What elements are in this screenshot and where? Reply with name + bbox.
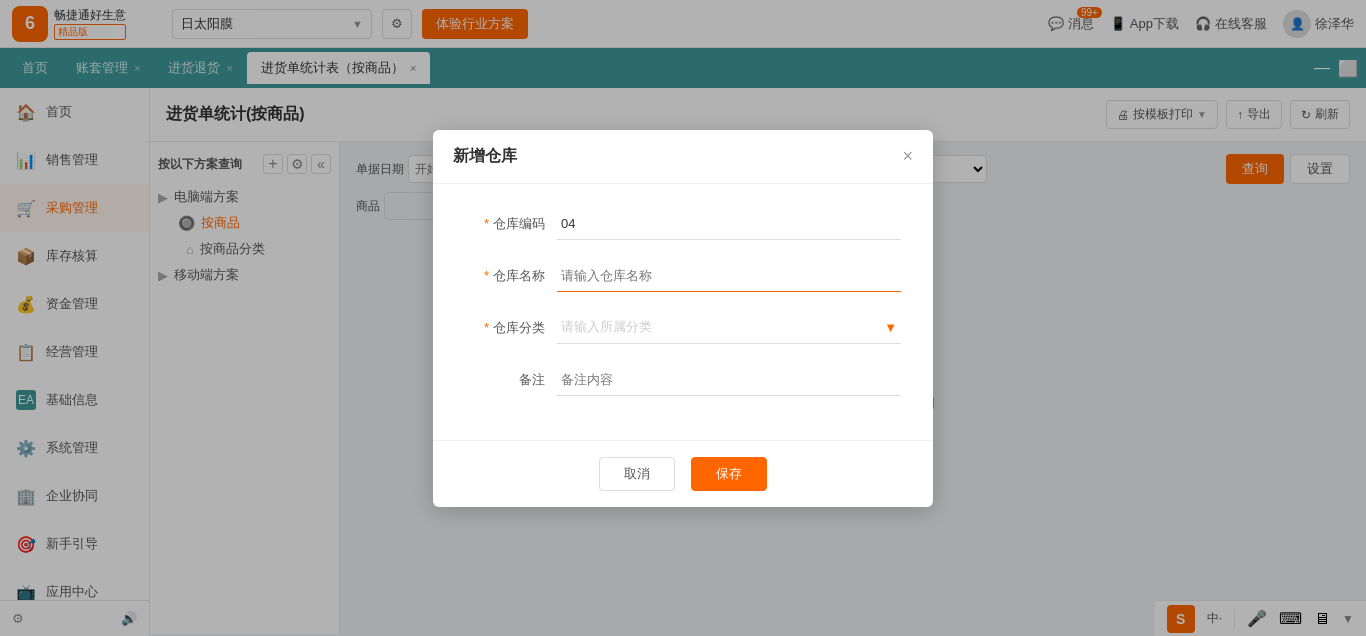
form-row-code: 仓库编码 xyxy=(465,208,901,240)
category-select[interactable]: 请输入所属分类 ▼ xyxy=(557,312,901,344)
name-input[interactable] xyxy=(557,260,901,292)
name-label: 仓库名称 xyxy=(465,267,545,285)
category-label: 仓库分类 xyxy=(465,319,545,337)
dialog-header: 新增仓库 × xyxy=(433,130,933,184)
form-row-name: 仓库名称 xyxy=(465,260,901,292)
code-label: 仓库编码 xyxy=(465,215,545,233)
dialog-title: 新增仓库 xyxy=(453,146,517,167)
dialog-body: 仓库编码 仓库名称 仓库分类 请输入所属分类 ▼ 备注 xyxy=(433,184,933,440)
category-placeholder: 请输入所属分类 xyxy=(561,318,652,336)
form-row-category: 仓库分类 请输入所属分类 ▼ xyxy=(465,312,901,344)
dialog-footer: 取消 保存 xyxy=(433,440,933,507)
form-row-remark: 备注 xyxy=(465,364,901,396)
category-chevron-icon: ▼ xyxy=(884,320,897,335)
save-button[interactable]: 保存 xyxy=(691,457,767,491)
add-warehouse-dialog: 新增仓库 × 仓库编码 仓库名称 仓库分类 请输入所属分类 ▼ 备注 xyxy=(433,130,933,507)
code-input[interactable] xyxy=(557,208,901,240)
dialog-close-button[interactable]: × xyxy=(902,147,913,165)
cancel-button[interactable]: 取消 xyxy=(599,457,675,491)
dialog-overlay: 新增仓库 × 仓库编码 仓库名称 仓库分类 请输入所属分类 ▼ 备注 xyxy=(0,0,1366,636)
remark-label: 备注 xyxy=(465,371,545,389)
remark-input[interactable] xyxy=(557,364,901,396)
